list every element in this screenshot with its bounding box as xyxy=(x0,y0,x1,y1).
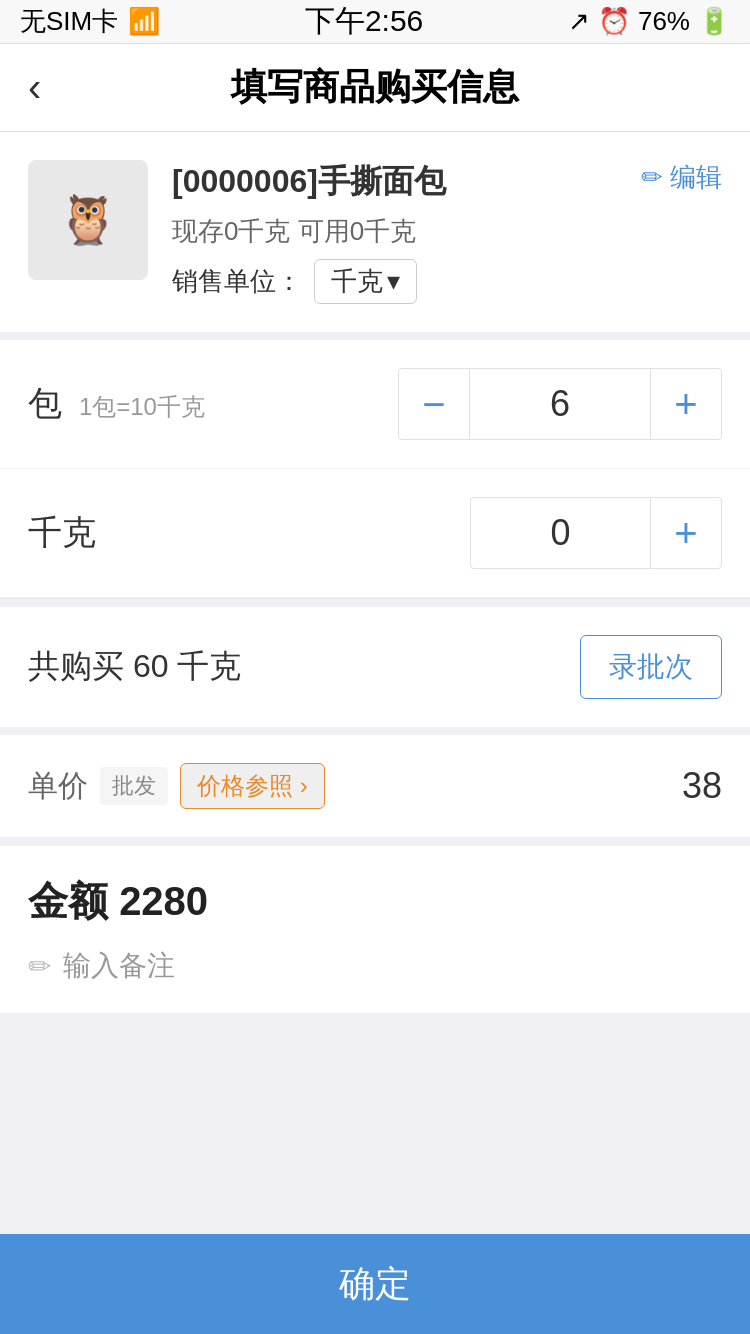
product-unit-row: 销售单位： 千克 ▾ xyxy=(172,259,722,304)
pack-minus-button[interactable]: − xyxy=(398,368,470,440)
pack-row: 包 1包=10千克 − + xyxy=(0,340,750,469)
kg-label: 千克 xyxy=(28,510,96,556)
price-tag: 批发 xyxy=(100,767,168,805)
pack-plus-button[interactable]: + xyxy=(650,368,722,440)
pack-controls: − + xyxy=(398,368,722,440)
unit-label: 销售单位： xyxy=(172,264,302,299)
status-bar: 无SIM卡 📶 下午2:56 ↗ ⏰ 76% 🔋 xyxy=(0,0,750,44)
battery-text: 76% xyxy=(638,6,690,37)
status-indicators: ↗ ⏰ 76% 🔋 xyxy=(568,6,730,37)
battery-icon: 🔋 xyxy=(698,6,730,37)
unit-select[interactable]: 千克 ▾ xyxy=(314,259,417,304)
price-section: 单价 批发 价格参照 › 38 xyxy=(0,735,750,846)
summary-text: 共购买 60 千克 xyxy=(28,645,241,689)
kg-plus-button[interactable]: + xyxy=(650,497,722,569)
kg-controls: + xyxy=(470,497,722,569)
wifi-icon: 📶 xyxy=(128,6,160,37)
amount-row: 金额 2280 xyxy=(28,874,722,929)
confirm-button[interactable]: 确定 xyxy=(0,1234,750,1334)
product-stock: 现存0千克 可用0千克 xyxy=(172,214,722,249)
price-value: 38 xyxy=(682,765,722,807)
batch-button[interactable]: 录批次 xyxy=(580,635,722,699)
price-label: 单价 批发 价格参照 › xyxy=(28,763,325,809)
kg-input[interactable] xyxy=(470,497,650,569)
remark-row[interactable]: ✏ 输入备注 xyxy=(28,947,722,985)
remark-label: 输入备注 xyxy=(63,947,175,985)
amount-value: 2280 xyxy=(119,879,208,923)
kg-row: 千克 + xyxy=(0,469,750,598)
pack-input[interactable] xyxy=(470,368,650,440)
pack-label: 包 1包=10千克 xyxy=(28,381,205,427)
status-carrier: 无SIM卡 📶 xyxy=(20,4,160,39)
pack-sublabel: 1包=10千克 xyxy=(79,393,205,420)
product-name: [0000006]手撕面包 xyxy=(172,160,446,204)
location-icon: ↗ xyxy=(568,6,590,37)
carrier-text: 无SIM卡 xyxy=(20,4,118,39)
price-ref-button[interactable]: 价格参照 › xyxy=(180,763,325,809)
amount-section: 金额 2280 ✏ 输入备注 xyxy=(0,846,750,1013)
product-card: 🦉 [0000006]手撕面包 ✏ 编辑 现存0千克 可用0千克 销售单位： 千… xyxy=(0,132,750,340)
status-time: 下午2:56 xyxy=(305,1,423,42)
pencil-icon: ✏ xyxy=(28,950,51,983)
summary-row: 共购买 60 千克 录批次 xyxy=(0,599,750,735)
nav-bar: ‹ 填写商品购买信息 xyxy=(0,44,750,132)
alarm-icon: ⏰ xyxy=(598,6,630,37)
price-row: 单价 批发 价格参照 › 38 xyxy=(0,735,750,838)
edit-button[interactable]: ✏ 编辑 xyxy=(641,160,722,195)
page-title: 填写商品购买信息 xyxy=(231,63,519,112)
product-image: 🦉 xyxy=(28,160,148,280)
back-button[interactable]: ‹ xyxy=(28,65,41,110)
product-info: [0000006]手撕面包 ✏ 编辑 现存0千克 可用0千克 销售单位： 千克 … xyxy=(172,160,722,304)
quantity-section: 包 1包=10千克 − + 千克 + xyxy=(0,340,750,599)
